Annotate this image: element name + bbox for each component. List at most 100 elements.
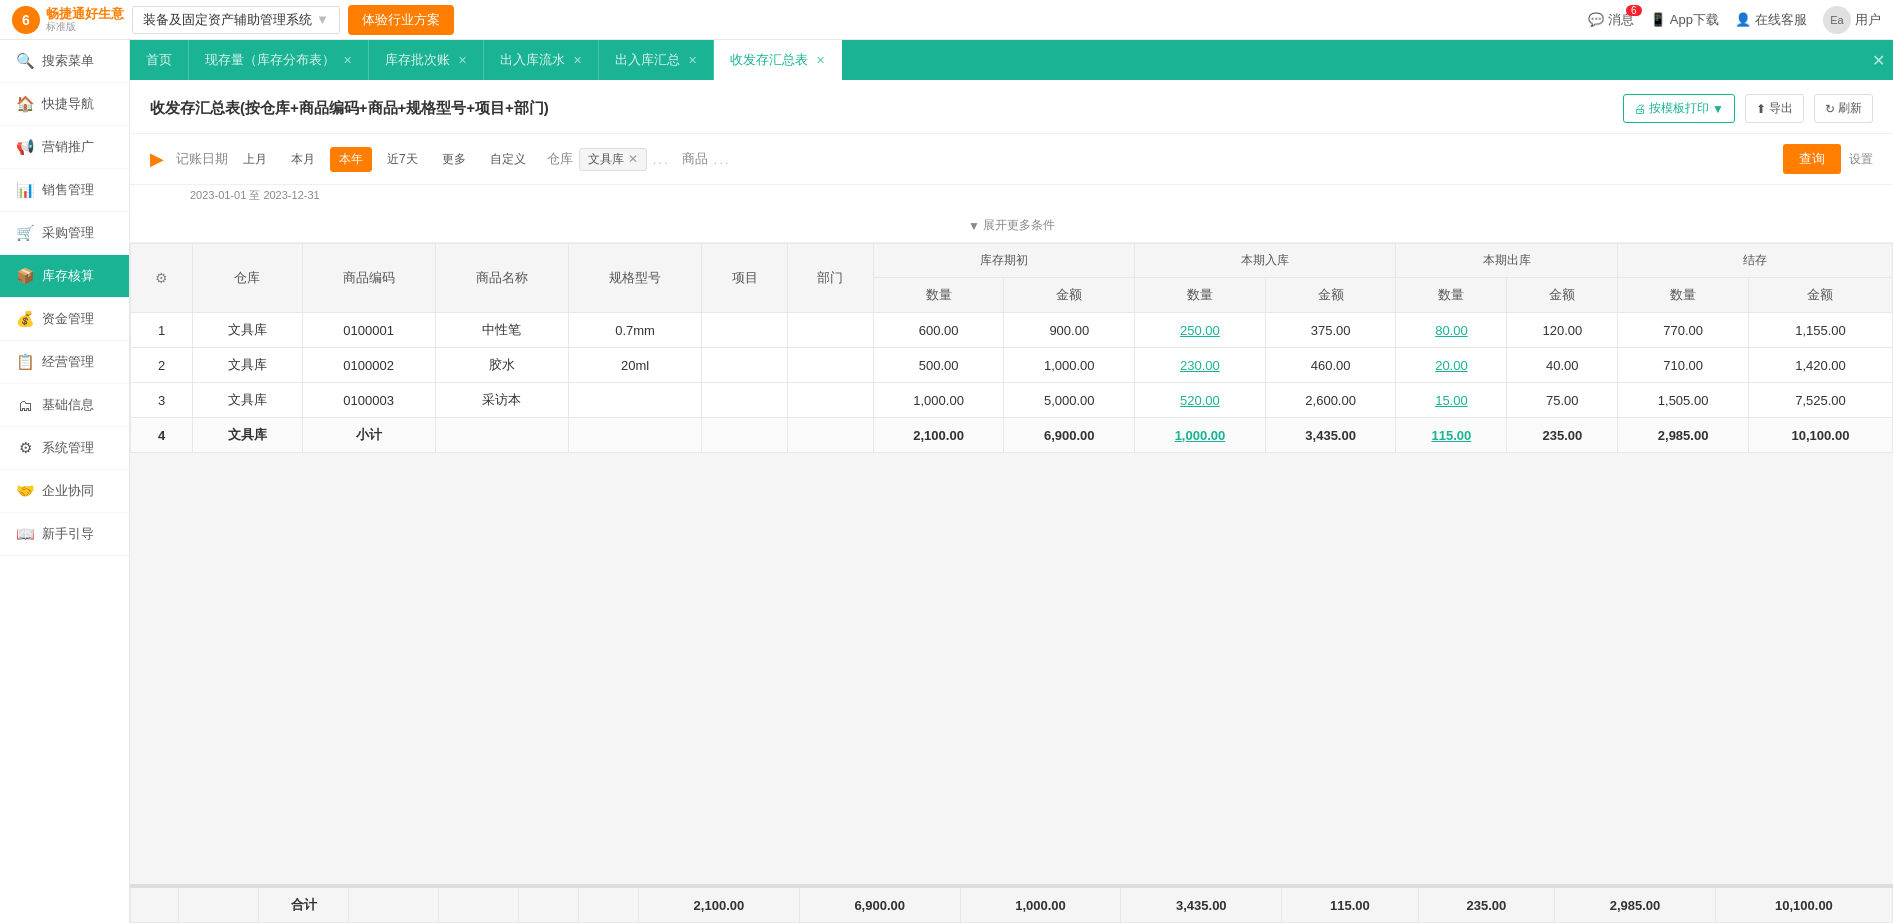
sidebar: 🔍 搜索菜单 🏠 快捷导航 📢 营销推广 📊 销售管理 🛒 采购管理 📦: [0, 40, 130, 923]
row2-in-qty[interactable]: 230.00: [1135, 348, 1266, 383]
subtotal-warehouse: 文具库: [193, 418, 303, 453]
col-group-opening: 库存期初: [873, 244, 1134, 278]
goods-filter-group: 商品 ...: [682, 150, 731, 168]
tab-close-stock-dist[interactable]: ✕: [343, 54, 352, 67]
date-btn-this-month[interactable]: 本月: [282, 147, 324, 172]
sidebar-item-marketing[interactable]: 📢 营销推广: [0, 126, 129, 169]
row3-out-amt: 75.00: [1507, 383, 1618, 418]
tab-inout-flow[interactable]: 出入库流水 ✕: [484, 40, 599, 80]
row3-warehouse: 文具库: [193, 383, 303, 418]
sidebar-item-system[interactable]: ⚙ 系统管理: [0, 427, 129, 470]
online-service-item[interactable]: 👤 在线客服: [1735, 11, 1807, 29]
filter-toggle-button[interactable]: ▶: [150, 148, 164, 170]
table-container: ⚙ 仓库 商品编码 商品名称 规格型号 项目 部门 库存期初 本期入库: [130, 243, 1893, 453]
sidebar-item-finance[interactable]: 💰 资金管理: [0, 298, 129, 341]
row2-project: [702, 348, 788, 383]
sidebar-item-basic-info[interactable]: 🗂 基础信息: [0, 384, 129, 427]
date-range-display: 2023-01-01 至 2023-12-31: [130, 185, 1893, 211]
row1-close-qty: 770.00: [1618, 313, 1749, 348]
avatar: Ea: [1823, 6, 1851, 34]
total-close-qty: 2,985.00: [1555, 887, 1716, 923]
data-table: ⚙ 仓库 商品编码 商品名称 规格型号 项目 部门 库存期初 本期入库: [130, 243, 1893, 453]
refresh-button[interactable]: ↻ 刷新: [1814, 94, 1873, 123]
user-item[interactable]: Ea 用户: [1823, 6, 1881, 34]
row3-close-qty: 1,505.00: [1618, 383, 1749, 418]
marketing-icon: 📢: [16, 138, 34, 156]
date-btn-custom[interactable]: 自定义: [481, 147, 535, 172]
goods-filter-dots[interactable]: ...: [714, 152, 731, 167]
expand-conditions-button[interactable]: ▼ 展开更多条件: [968, 217, 1055, 234]
row1-out-qty[interactable]: 80.00: [1396, 313, 1507, 348]
tab-stock-dist[interactable]: 现存量（库存分布表） ✕: [189, 40, 369, 80]
tab-inout-summary[interactable]: 出入库汇总 ✕: [599, 40, 714, 80]
export-button[interactable]: ⬆ 导出: [1745, 94, 1804, 123]
sidebar-item-guide[interactable]: 📖 新手引导: [0, 513, 129, 556]
row1-out-amt: 120.00: [1507, 313, 1618, 348]
query-button[interactable]: 查询: [1783, 144, 1841, 174]
tab-close-inout-flow[interactable]: ✕: [573, 54, 582, 67]
sidebar-item-quick-nav[interactable]: 🏠 快捷导航: [0, 83, 129, 126]
date-btn-this-year[interactable]: 本年: [330, 147, 372, 172]
row3-in-qty[interactable]: 520.00: [1135, 383, 1266, 418]
col-settings-header[interactable]: ⚙: [131, 244, 193, 313]
row1-warehouse: 文具库: [193, 313, 303, 348]
row1-open-qty: 600.00: [873, 313, 1004, 348]
row1-goods-code: 0100001: [302, 313, 435, 348]
sidebar-item-operations[interactable]: 📋 经营管理: [0, 341, 129, 384]
footer-total-table: 合计 2,100.00 6,900.00 1,000.00 3,435.00 1…: [130, 886, 1893, 923]
guide-icon: 📖: [16, 525, 34, 543]
top-bar: 6 畅捷通好生意 标准版 装备及固定资产辅助管理系统 ▼ 体验行业方案 💬 消息…: [0, 0, 1893, 40]
row3-open-qty: 1,000.00: [873, 383, 1004, 418]
total-open-amt: 6,900.00: [799, 887, 960, 923]
sidebar-item-enterprise[interactable]: 🤝 企业协同: [0, 470, 129, 513]
sidebar-item-purchase[interactable]: 🛒 采购管理: [0, 212, 129, 255]
messages-item[interactable]: 💬 消息 6: [1588, 11, 1634, 29]
row2-num: 2: [131, 348, 193, 383]
chevron-down-icon: ▼: [968, 219, 980, 233]
total-open-qty: 2,100.00: [639, 887, 800, 923]
tab-close-inout-summary[interactable]: ✕: [688, 54, 697, 67]
table-settings-icon[interactable]: ⚙: [155, 270, 168, 286]
date-btn-last-month[interactable]: 上月: [234, 147, 276, 172]
row3-in-amt: 2,600.00: [1265, 383, 1396, 418]
close-all-tabs-button[interactable]: ✕: [1864, 51, 1893, 70]
row2-in-amt: 460.00: [1265, 348, 1396, 383]
system-icon: ⚙: [16, 439, 34, 457]
sidebar-item-inventory[interactable]: 📦 库存核算: [0, 255, 129, 298]
col-open-qty-header: 数量: [873, 278, 1004, 313]
sidebar-item-search[interactable]: 🔍 搜索菜单: [0, 40, 129, 83]
top-bar-right: 💬 消息 6 📱 App下载 👤 在线客服 Ea 用户: [1588, 6, 1881, 34]
col-out-qty-header: 数量: [1396, 278, 1507, 313]
row2-goods-spec: 20ml: [568, 348, 701, 383]
col-goods-name-header: 商品名称: [435, 244, 568, 313]
app-download-item[interactable]: 📱 App下载: [1650, 11, 1719, 29]
subtotal-open-amt: 6,900.00: [1004, 418, 1135, 453]
subtotal-in-qty[interactable]: 1,000.00: [1135, 418, 1266, 453]
row2-out-qty[interactable]: 20.00: [1396, 348, 1507, 383]
tab-home[interactable]: 首页: [130, 40, 189, 80]
col-group-in: 本期入库: [1135, 244, 1396, 278]
tab-close-batch-ledger[interactable]: ✕: [458, 54, 467, 67]
page-actions: 🖨 按模板打印 ▼ ⬆ 导出 ↻ 刷新: [1623, 94, 1873, 123]
service-icon: 👤: [1735, 12, 1751, 27]
date-btn-more[interactable]: 更多: [433, 147, 475, 172]
warehouse-filter-group: 仓库 文具库 ✕ ...: [547, 148, 670, 171]
logo-icon: 6: [12, 6, 40, 34]
settings-link[interactable]: 设置: [1849, 151, 1873, 168]
subtotal-out-qty[interactable]: 115.00: [1396, 418, 1507, 453]
sidebar-item-sales[interactable]: 📊 销售管理: [0, 169, 129, 212]
date-btn-7days[interactable]: 近7天: [378, 147, 427, 172]
warehouse-remove-button[interactable]: ✕: [628, 152, 638, 166]
tab-bar: 首页 现存量（库存分布表） ✕ 库存批次账 ✕ 出入库流水 ✕ 出入库汇总 ✕: [130, 40, 1893, 80]
tab-recv-send-summary[interactable]: 收发存汇总表 ✕: [714, 40, 842, 80]
template-print-button[interactable]: 🖨 按模板打印 ▼: [1623, 94, 1735, 123]
tab-close-recv-send-summary[interactable]: ✕: [816, 54, 825, 67]
row2-dept: [787, 348, 873, 383]
warehouse-filter-dots[interactable]: ...: [653, 152, 670, 167]
row2-goods-name: 胶水: [435, 348, 568, 383]
row2-open-qty: 500.00: [873, 348, 1004, 383]
row1-in-qty[interactable]: 250.00: [1135, 313, 1266, 348]
row3-out-qty[interactable]: 15.00: [1396, 383, 1507, 418]
tab-batch-ledger[interactable]: 库存批次账 ✕: [369, 40, 484, 80]
experience-button[interactable]: 体验行业方案: [348, 5, 454, 35]
